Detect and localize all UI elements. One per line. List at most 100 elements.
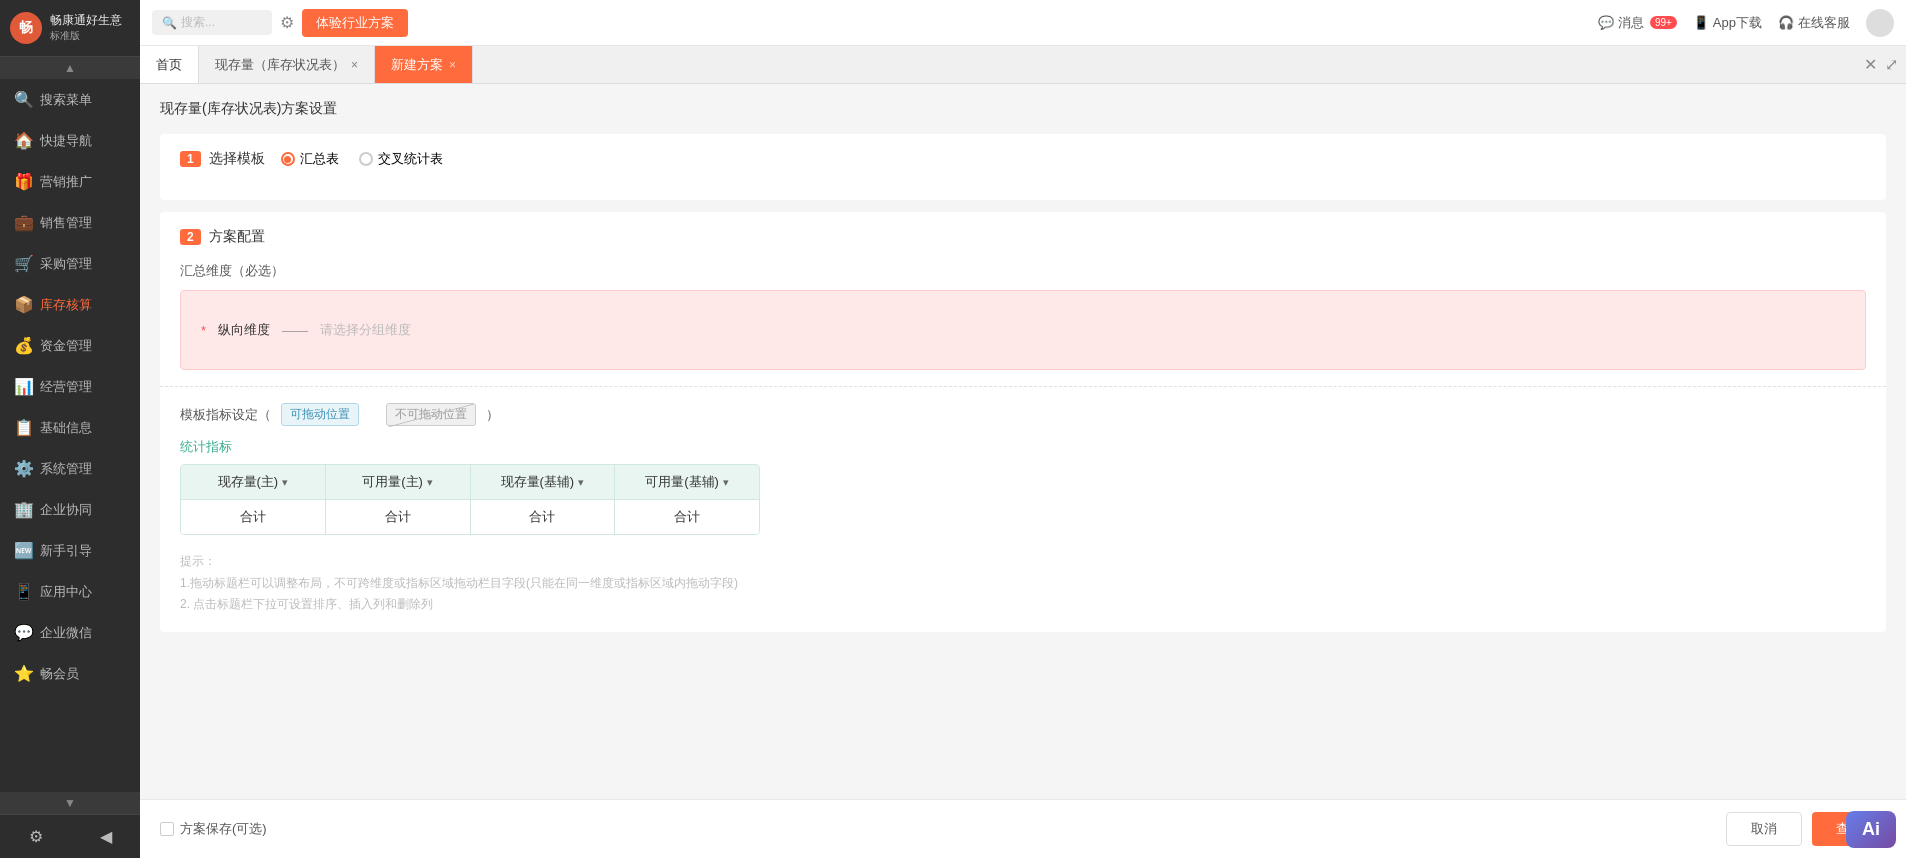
ai-badge[interactable]: Ai xyxy=(1846,811,1896,848)
sidebar-item-label: 应用中心 xyxy=(40,583,92,601)
indicator-close: ） xyxy=(486,406,499,424)
system-icon: ⚙️ xyxy=(14,459,32,478)
dimension-required: * xyxy=(201,323,206,338)
chevron-down-icon-1[interactable]: ▾ xyxy=(427,476,433,489)
sales-icon: 💼 xyxy=(14,213,32,232)
settings-icon[interactable]: ⚙ xyxy=(21,823,51,850)
app-logo: 畅 畅康通好生意 标准版 xyxy=(0,0,140,57)
sidebar-item-quick-nav[interactable]: 🏠 快捷导航 xyxy=(0,120,140,161)
inventory-icon: 📦 xyxy=(14,295,32,314)
tab-inventory-status[interactable]: 现存量（库存状况表） × xyxy=(199,46,375,83)
customer-service-btn[interactable]: 🎧 在线客服 xyxy=(1778,14,1850,32)
logo-icon: 畅 xyxy=(10,12,42,44)
dimension-field-name: 纵向维度 xyxy=(218,321,270,339)
sidebar-item-purchase[interactable]: 🛒 采购管理 xyxy=(0,243,140,284)
tips-title: 提示： xyxy=(180,554,216,568)
sidebar-item-label: 营销推广 xyxy=(40,173,92,191)
sidebar-scroll-up[interactable]: ▲ xyxy=(0,57,140,79)
stats-col-header-0: 现存量(主) ▾ xyxy=(218,473,289,491)
step1-header: 1 选择模板 汇总表 交叉统计表 xyxy=(180,150,1866,168)
close-icon[interactable]: ✕ xyxy=(1864,55,1877,74)
app-download-icon: 📱 xyxy=(1693,15,1709,30)
tab-inventory-status-close[interactable]: × xyxy=(351,58,358,72)
sidebar-item-inventory[interactable]: 📦 库存核算 xyxy=(0,284,140,325)
save-checkbox[interactable] xyxy=(160,822,174,836)
tab-new-scheme-close[interactable]: × xyxy=(449,58,456,72)
radio-summary-dot xyxy=(281,152,295,166)
message-badge: 99+ xyxy=(1650,16,1677,29)
step2-header: 2 方案配置 xyxy=(180,228,1866,246)
stats-col-1: 可用量(主) ▾ xyxy=(326,465,471,499)
message-btn[interactable]: 💬 消息 99+ xyxy=(1598,14,1677,32)
stats-table-row: 合计 合计 合计 合计 xyxy=(181,499,759,534)
sidebar-item-system[interactable]: ⚙️ 系统管理 xyxy=(0,448,140,489)
sidebar-item-app-center[interactable]: 📱 应用中心 xyxy=(0,571,140,612)
marketing-icon: 🎁 xyxy=(14,172,32,191)
app-download-btn[interactable]: 📱 App下载 xyxy=(1693,14,1762,32)
step2-section: 2 方案配置 汇总维度（必选） * 纵向维度 —— 请选择分组维度 模板指标设定… xyxy=(160,212,1886,632)
radio-summary[interactable]: 汇总表 xyxy=(281,150,339,168)
sidebar-scroll-down[interactable]: ▼ xyxy=(0,792,140,814)
expand-icon[interactable]: ⤢ xyxy=(1885,55,1898,74)
step2-badge: 2 xyxy=(180,229,201,245)
search-text: 搜索... xyxy=(181,14,215,31)
stats-cell-2: 合计 xyxy=(471,500,616,534)
stats-cell-3: 合计 xyxy=(615,500,759,534)
bottom-bar: 方案保存(可选) 取消 查询 xyxy=(140,799,1906,858)
headset-icon: 🎧 xyxy=(1778,15,1794,30)
company-icon: 🏢 xyxy=(14,500,32,519)
radio-cross-dot xyxy=(359,152,373,166)
stats-table: 现存量(主) ▾ 可用量(主) ▾ 现存量(基辅 xyxy=(180,464,760,535)
sidebar-item-label: 企业协同 xyxy=(40,501,92,519)
sidebar-item-wechat[interactable]: 💬 企业微信 xyxy=(0,612,140,653)
member-icon: ⭐ xyxy=(14,664,32,683)
sidebar-item-guide[interactable]: 🆕 新手引导 xyxy=(0,530,140,571)
chevron-down-icon-2[interactable]: ▾ xyxy=(578,476,584,489)
customer-service-label: 在线客服 xyxy=(1798,14,1850,32)
sound-icon[interactable]: ◀ xyxy=(92,823,120,850)
sidebar-item-search-menu[interactable]: 🔍 搜索菜单 xyxy=(0,79,140,120)
save-option[interactable]: 方案保存(可选) xyxy=(160,820,267,838)
tab-home[interactable]: 首页 xyxy=(140,46,199,83)
tips-section: 提示： 1.拖动标题栏可以调整布局，不可跨维度或指标区域拖动栏目字段(只能在同一… xyxy=(180,551,1866,616)
sidebar-nav: 🔍 搜索菜单 🏠 快捷导航 🎁 营销推广 💼 销售管理 🛒 采购管理 📦 库存核… xyxy=(0,79,140,792)
guide-icon: 🆕 xyxy=(14,541,32,560)
finance-icon: 💰 xyxy=(14,336,32,355)
sidebar-item-marketing[interactable]: 🎁 营销推广 xyxy=(0,161,140,202)
topbar-search[interactable]: 🔍 搜索... xyxy=(152,10,272,35)
step1-section: 1 选择模板 汇总表 交叉统计表 xyxy=(160,134,1886,200)
settings-gear-icon[interactable]: ⚙ xyxy=(280,13,294,32)
section-divider xyxy=(160,386,1886,387)
sidebar-item-label: 快捷导航 xyxy=(40,132,92,150)
indicator-sep xyxy=(369,407,376,422)
radio-cross[interactable]: 交叉统计表 xyxy=(359,150,443,168)
sidebar-item-sales[interactable]: 💼 销售管理 xyxy=(0,202,140,243)
sidebar-item-company[interactable]: 🏢 企业协同 xyxy=(0,489,140,530)
sidebar-item-label: 销售管理 xyxy=(40,214,92,232)
trial-btn[interactable]: 体验行业方案 xyxy=(302,9,408,37)
indicator-draggable-tag: 可拖动位置 xyxy=(281,403,359,426)
sidebar-item-label: 企业微信 xyxy=(40,624,92,642)
sidebar-item-finance[interactable]: 💰 资金管理 xyxy=(0,325,140,366)
tab-new-scheme[interactable]: 新建方案 × xyxy=(375,46,473,83)
sidebar-item-operations[interactable]: 📊 经营管理 xyxy=(0,366,140,407)
step1-badge: 1 xyxy=(180,151,201,167)
chevron-down-icon-0[interactable]: ▾ xyxy=(282,476,288,489)
indicator-not-draggable-tag: 不可拖动位置 xyxy=(386,403,476,426)
cancel-button[interactable]: 取消 xyxy=(1726,812,1802,846)
sidebar-item-basic-info[interactable]: 📋 基础信息 xyxy=(0,407,140,448)
dimension-field-label: 汇总维度（必选） xyxy=(180,262,1866,280)
topbar: 🔍 搜索... ⚙ 体验行业方案 💬 消息 99+ 📱 App下载 🎧 在线客服 xyxy=(140,0,1906,46)
dimension-area[interactable]: * 纵向维度 —— 请选择分组维度 xyxy=(180,290,1866,370)
sidebar-item-label: 资金管理 xyxy=(40,337,92,355)
sidebar-item-label: 基础信息 xyxy=(40,419,92,437)
tip-2: 2. 点击标题栏下拉可设置排序、插入列和删除列 xyxy=(180,594,1866,616)
sidebar-item-member[interactable]: ⭐ 畅会员 xyxy=(0,653,140,694)
chevron-down-icon-3[interactable]: ▾ xyxy=(723,476,729,489)
template-options: 汇总表 交叉统计表 xyxy=(281,150,443,168)
radio-cross-label: 交叉统计表 xyxy=(378,150,443,168)
app-center-icon: 📱 xyxy=(14,582,32,601)
user-avatar[interactable] xyxy=(1866,9,1894,37)
search-menu-icon: 🔍 xyxy=(14,90,32,109)
purchase-icon: 🛒 xyxy=(14,254,32,273)
